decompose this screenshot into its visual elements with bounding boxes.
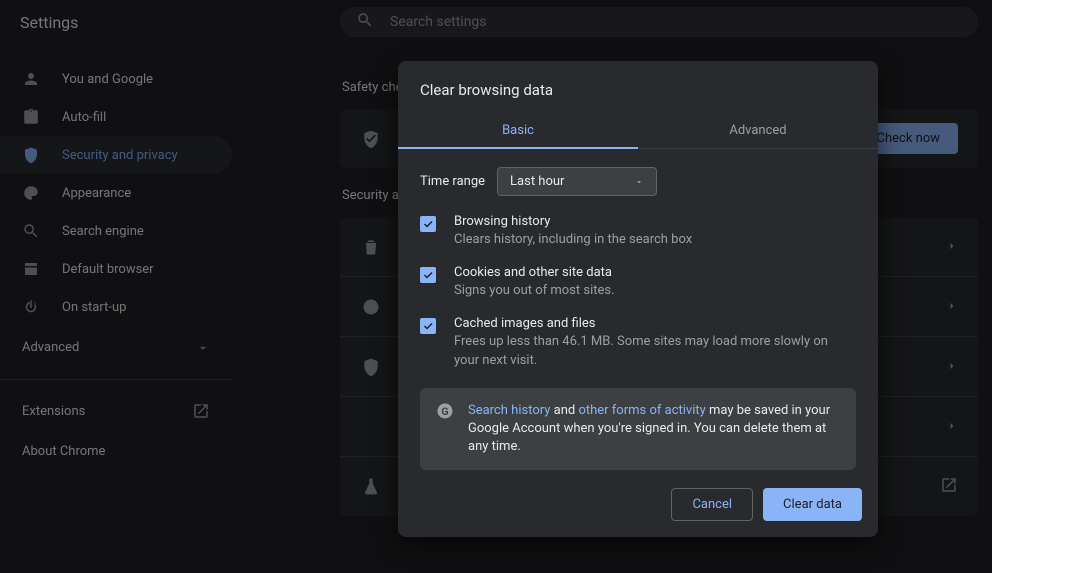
time-range-select[interactable]: Last hour xyxy=(497,167,657,196)
cancel-button[interactable]: Cancel xyxy=(671,488,753,521)
time-range-label: Time range xyxy=(420,174,485,189)
google-icon: G xyxy=(436,402,454,420)
clear-data-button[interactable]: Clear data xyxy=(763,488,862,521)
checkbox-cache[interactable] xyxy=(420,318,436,334)
checkbox-browsing-history[interactable] xyxy=(420,216,436,232)
svg-text:G: G xyxy=(441,405,448,418)
search-history-link[interactable]: Search history xyxy=(468,403,550,418)
clear-browsing-data-dialog: Clear browsing data Basic Advanced Time … xyxy=(398,61,878,537)
info-box: G Search history and other forms of acti… xyxy=(420,388,856,471)
dialog-title: Clear browsing data xyxy=(398,61,878,113)
tab-basic[interactable]: Basic xyxy=(398,113,638,148)
tab-advanced[interactable]: Advanced xyxy=(638,113,878,148)
checkbox-cookies[interactable] xyxy=(420,267,436,283)
other-activity-link[interactable]: other forms of activity xyxy=(578,403,705,418)
chevron-down-icon xyxy=(634,177,644,187)
white-strip xyxy=(992,0,1080,573)
